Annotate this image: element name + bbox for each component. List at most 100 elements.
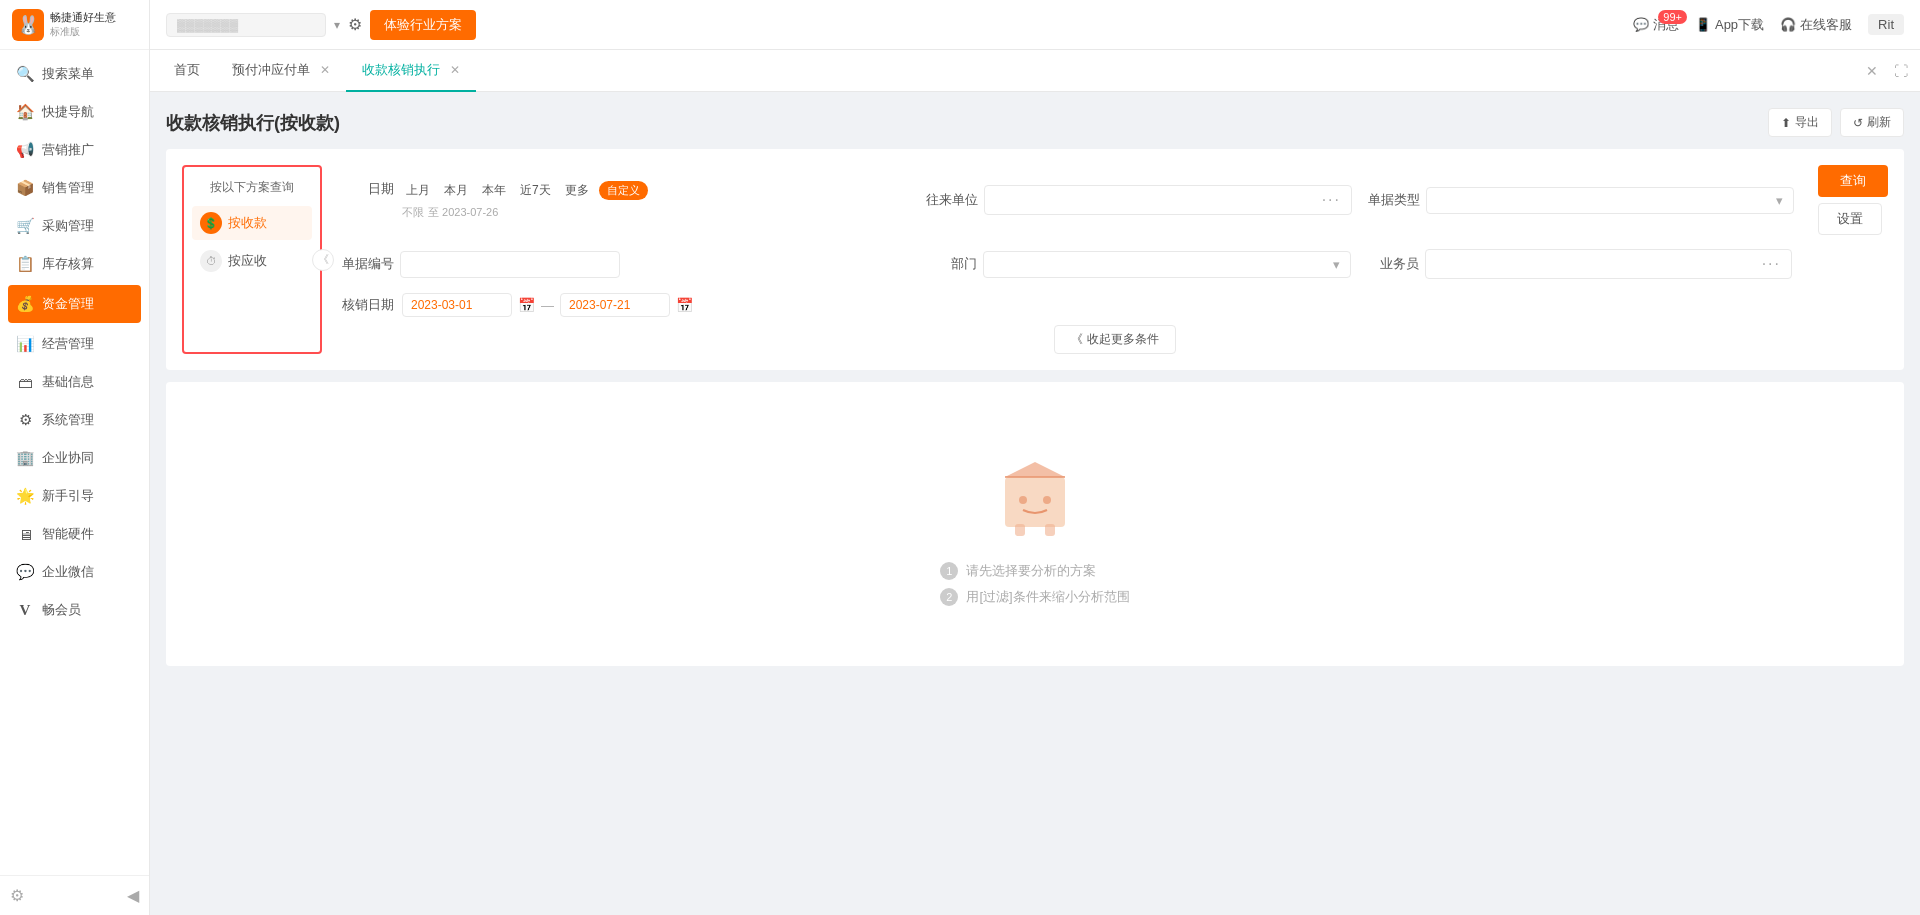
logo: 🐰 畅捷通好生意 标准版 bbox=[0, 0, 149, 50]
search-hint-text: ▓▓▓▓▓▓▓ bbox=[177, 18, 238, 32]
by-receipt-icon: 💲 bbox=[200, 212, 222, 234]
date-shortcut-this-month[interactable]: 本月 bbox=[440, 180, 472, 201]
filter-layout: 按以下方案查询 💲 按收款 ⏱ 按应收 《 bbox=[182, 165, 1888, 354]
settings-bottom-icon[interactable]: ⚙ bbox=[10, 886, 24, 905]
close-window-btn[interactable]: ✕ bbox=[1862, 59, 1882, 83]
page-content: 收款核销执行(按收款) ⬆ 导出 ↺ 刷新 按以下方案查询 💲 bbox=[150, 92, 1920, 915]
sidebar-nav: 🔍 搜索菜单 🏠 快捷导航 📢 营销推广 📦 销售管理 🛒 采购管理 📋 库存核… bbox=[0, 50, 149, 875]
sidebar-item-enterprise[interactable]: 🏢 企业协同 bbox=[0, 439, 149, 477]
date-label: 日期 bbox=[342, 180, 394, 198]
header-search-area: ▓▓▓▓▓▓▓ ▾ ⚙ 体验行业方案 bbox=[166, 10, 1621, 40]
page-title: 收款核销执行(按收款) bbox=[166, 111, 340, 135]
sidebar-item-funds[interactable]: 💰 资金管理 bbox=[8, 285, 141, 323]
verify-date-end[interactable] bbox=[560, 293, 670, 317]
marketing-icon: 📢 bbox=[16, 141, 34, 159]
empty-illustration bbox=[985, 442, 1085, 542]
sidebar-item-sales[interactable]: 📦 销售管理 bbox=[0, 169, 149, 207]
guide-icon: 🌟 bbox=[16, 487, 34, 505]
sidebar-item-label: 搜索菜单 bbox=[42, 65, 94, 83]
industry-btn[interactable]: 体验行业方案 bbox=[370, 10, 476, 40]
filter-rows: 日期 上月 本月 本年 近7天 更多 自定义 bbox=[342, 165, 1888, 317]
sidebar: 🐰 畅捷通好生意 标准版 🔍 搜索菜单 🏠 快捷导航 📢 营销推广 📦 销售管理… bbox=[0, 0, 150, 915]
tab-prepay-label: 预付冲应付单 bbox=[232, 61, 310, 79]
by-receivable-label: 按应收 bbox=[228, 252, 267, 270]
sidebar-item-quick[interactable]: 🏠 快捷导航 bbox=[0, 93, 149, 131]
tabs-bar: 首页 预付冲应付单 ✕ 收款核销执行 ✕ ✕ ⛶ bbox=[150, 50, 1920, 92]
sidebar-item-label: 基础信息 bbox=[42, 373, 94, 391]
filter-collapse-btn[interactable]: 《 bbox=[312, 249, 334, 271]
date-shortcut-7days[interactable]: 近7天 bbox=[516, 180, 555, 201]
header-gear-icon[interactable]: ⚙ bbox=[348, 15, 362, 34]
sidebar-item-label: 智能硬件 bbox=[42, 525, 94, 543]
app-download-btn[interactable]: 📱 App下载 bbox=[1695, 16, 1764, 34]
enterprise-icon: 🏢 bbox=[16, 449, 34, 467]
sidebar-item-system[interactable]: ⚙ 系统管理 bbox=[0, 401, 149, 439]
filter-main: 日期 上月 本月 本年 近7天 更多 自定义 bbox=[342, 165, 1888, 354]
tab-prepay-close[interactable]: ✕ bbox=[320, 63, 330, 77]
sidebar-item-marketing[interactable]: 📢 营销推广 bbox=[0, 131, 149, 169]
salesperson-dots[interactable]: ··· bbox=[1762, 255, 1781, 273]
collapse-more-button[interactable]: 《 收起更多条件 bbox=[1054, 325, 1176, 354]
header-chevron-icon[interactable]: ▾ bbox=[334, 18, 340, 32]
verify-date-start[interactable] bbox=[402, 293, 512, 317]
header-right: 💬 消息 99+ 📱 App下载 🎧 在线客服 Rit bbox=[1633, 14, 1904, 35]
tab-receipts[interactable]: 收款核销执行 ✕ bbox=[346, 50, 476, 92]
user-name: Rit bbox=[1878, 17, 1894, 32]
collapse-more-row: 《 收起更多条件 bbox=[342, 325, 1888, 354]
tab-prepay[interactable]: 预付冲应付单 ✕ bbox=[216, 50, 346, 92]
date-shortcut-last-month[interactable]: 上月 bbox=[402, 180, 434, 201]
tab-home-label: 首页 bbox=[174, 61, 200, 79]
date-shortcut-this-year[interactable]: 本年 bbox=[478, 180, 510, 201]
sidebar-item-vip[interactable]: V 畅会员 bbox=[0, 591, 149, 629]
verify-date-group: 📅 — 📅 bbox=[402, 293, 693, 317]
inventory-icon: 📋 bbox=[16, 255, 34, 273]
svg-rect-0 bbox=[1005, 477, 1065, 527]
date-shortcut-more[interactable]: 更多 bbox=[561, 180, 593, 201]
filter-option-by-receipt[interactable]: 💲 按收款 bbox=[192, 206, 312, 240]
header-search-box[interactable]: ▓▓▓▓▓▓▓ bbox=[166, 13, 326, 37]
sidebar-item-basic[interactable]: 🗃 基础信息 bbox=[0, 363, 149, 401]
hardware-icon: 🖥 bbox=[16, 526, 34, 543]
sidebar-item-label: 经营管理 bbox=[42, 335, 94, 353]
main-area: ▓▓▓▓▓▓▓ ▾ ⚙ 体验行业方案 💬 消息 99+ 📱 App下载 🎧 在线… bbox=[150, 0, 1920, 915]
date-custom-tag[interactable]: 自定义 bbox=[599, 181, 648, 200]
verify-date-start-cal-icon[interactable]: 📅 bbox=[518, 297, 535, 313]
sidebar-item-weixin[interactable]: 💬 企业微信 bbox=[0, 553, 149, 591]
verify-date-label: 核销日期 bbox=[342, 296, 394, 314]
sidebar-item-hardware[interactable]: 🖥 智能硬件 bbox=[0, 515, 149, 553]
collapse-more-icon: 《 bbox=[1071, 331, 1083, 348]
filter-row-2: 单据编号 部门 ▾ bbox=[342, 249, 1888, 279]
export-button[interactable]: ⬆ 导出 bbox=[1768, 108, 1832, 137]
collapse-sidebar-icon[interactable]: ◀ bbox=[127, 886, 139, 905]
user-menu[interactable]: Rit bbox=[1868, 14, 1904, 35]
verify-date-end-cal-icon[interactable]: 📅 bbox=[676, 297, 693, 313]
tab-home[interactable]: 首页 bbox=[158, 50, 216, 92]
partner-dots[interactable]: ··· bbox=[1322, 191, 1341, 209]
search-icon: 🔍 bbox=[16, 65, 34, 83]
app-download-label: App下载 bbox=[1715, 16, 1764, 34]
bill-no-input[interactable] bbox=[400, 251, 620, 278]
sidebar-item-guide[interactable]: 🌟 新手引导 bbox=[0, 477, 149, 515]
by-receivable-icon: ⏱ bbox=[200, 250, 222, 272]
sidebar-item-business[interactable]: 📊 经营管理 bbox=[0, 325, 149, 363]
settings-button[interactable]: 设置 bbox=[1818, 203, 1882, 235]
service-icon: 🎧 bbox=[1780, 17, 1796, 32]
online-service-btn[interactable]: 🎧 在线客服 bbox=[1780, 16, 1852, 34]
expand-window-btn[interactable]: ⛶ bbox=[1890, 59, 1912, 83]
sidebar-item-label: 企业协同 bbox=[42, 449, 94, 467]
date-range-separator: — bbox=[541, 298, 554, 313]
department-label: 部门 bbox=[925, 255, 977, 273]
sidebar-item-search[interactable]: 🔍 搜索菜单 bbox=[0, 55, 149, 93]
tabs-right: ✕ ⛶ bbox=[1862, 59, 1912, 83]
sidebar-item-label: 新手引导 bbox=[42, 487, 94, 505]
refresh-button[interactable]: ↺ 刷新 bbox=[1840, 108, 1904, 137]
messages-btn[interactable]: 💬 消息 99+ bbox=[1633, 16, 1679, 34]
filter-sidebar-title: 按以下方案查询 bbox=[192, 179, 312, 196]
search-button[interactable]: 查询 bbox=[1818, 165, 1888, 197]
filter-option-by-receivable[interactable]: ⏱ 按应收 bbox=[192, 244, 312, 278]
tab-receipts-close[interactable]: ✕ bbox=[450, 63, 460, 77]
collapse-icon: 《 bbox=[318, 252, 329, 267]
sidebar-item-purchase[interactable]: 🛒 采购管理 bbox=[0, 207, 149, 245]
sidebar-item-label: 快捷导航 bbox=[42, 103, 94, 121]
sidebar-item-inventory[interactable]: 📋 库存核算 bbox=[0, 245, 149, 283]
